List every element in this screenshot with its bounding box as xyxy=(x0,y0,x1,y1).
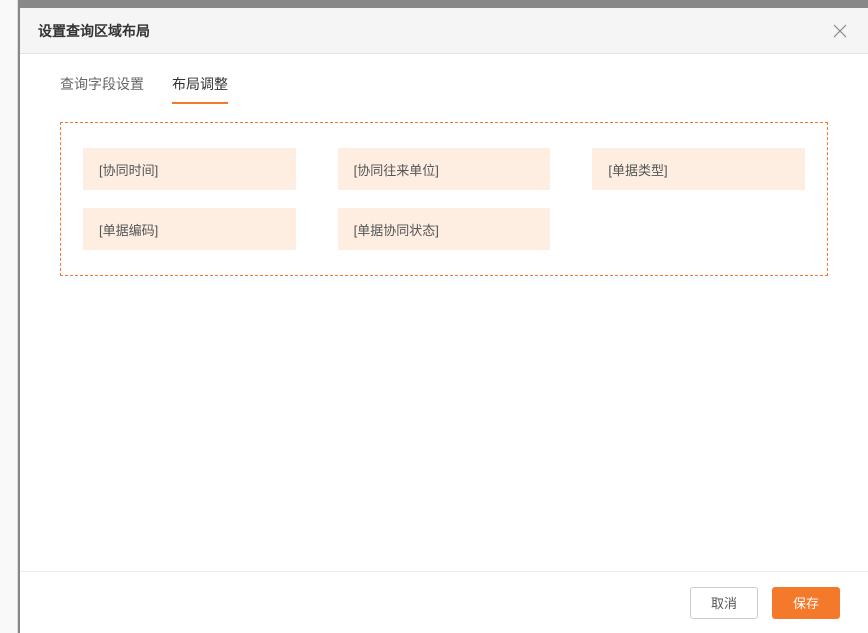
tab-query-field-settings[interactable]: 查询字段设置 xyxy=(60,74,144,104)
background-column xyxy=(0,0,18,633)
field-chip[interactable]: [单据协同状态] xyxy=(338,208,551,250)
tab-layout-adjust[interactable]: 布局调整 xyxy=(172,74,228,104)
field-chip[interactable]: [协同往来单位] xyxy=(338,148,551,190)
layout-drop-area[interactable]: [协同时间] [协同往来单位] [单据类型] [单据编码] [单据协同状态] xyxy=(60,122,828,276)
field-chip[interactable]: [单据编码] xyxy=(83,208,296,250)
field-chip[interactable]: [单据类型] xyxy=(592,148,805,190)
modal-dialog: 设置查询区域布局 查询字段设置 布局调整 [协同时间] [协同往来单位] [单据… xyxy=(20,8,868,633)
save-button[interactable]: 保存 xyxy=(772,587,840,619)
modal-body: 查询字段设置 布局调整 [协同时间] [协同往来单位] [单据类型] [单据编码… xyxy=(20,54,868,571)
layout-grid: [协同时间] [协同往来单位] [单据类型] [单据编码] [单据协同状态] xyxy=(83,148,805,250)
modal-title: 设置查询区域布局 xyxy=(38,21,150,41)
field-chip[interactable]: [协同时间] xyxy=(83,148,296,190)
close-icon xyxy=(833,24,847,38)
tabs: 查询字段设置 布局调整 xyxy=(60,74,828,104)
modal-header: 设置查询区域布局 xyxy=(20,8,868,54)
close-button[interactable] xyxy=(830,21,850,41)
cancel-button[interactable]: 取消 xyxy=(690,587,758,619)
modal-footer: 取消 保存 xyxy=(20,571,868,633)
